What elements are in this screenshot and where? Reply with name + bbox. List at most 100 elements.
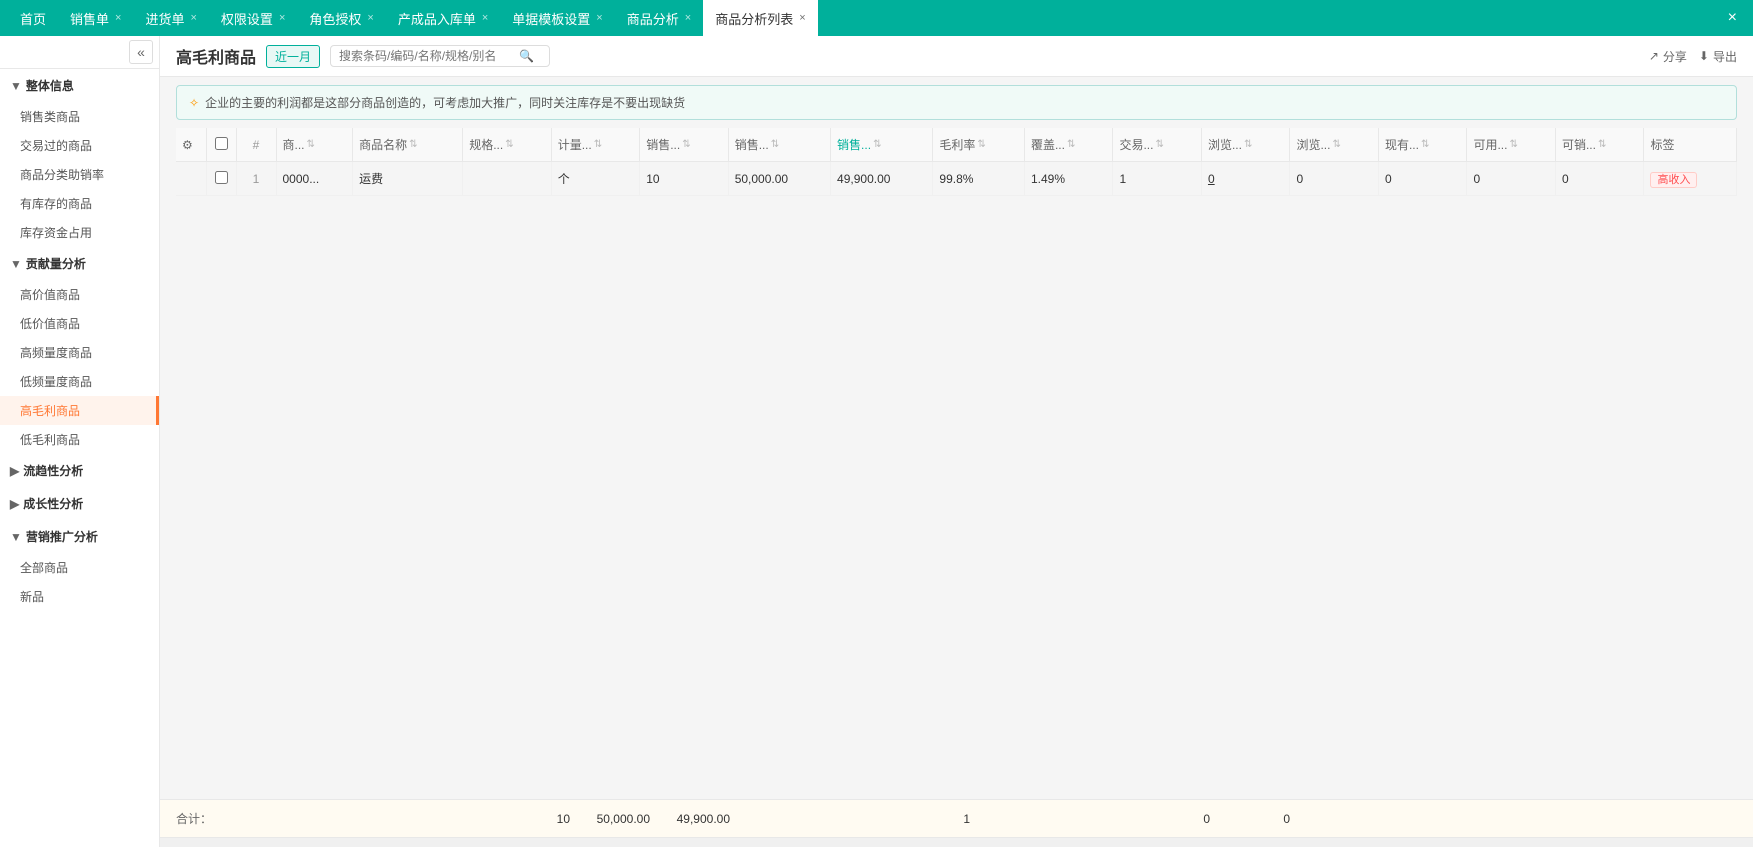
section-label-marketing: 营销推广分析 [26,528,98,545]
col-saleable[interactable]: 可销... ⇅ [1555,128,1644,162]
col-browse2[interactable]: 浏览... ⇅ [1290,128,1379,162]
col-checkbox[interactable] [206,128,236,162]
sidebar-item-new-products[interactable]: 新品 [0,582,159,611]
footer-sales-amt: 50,000.00 [576,812,656,826]
col-transaction[interactable]: 交易... ⇅ [1113,128,1202,162]
col-gross-margin[interactable]: 毛利率 ⇅ [933,128,1025,162]
close-tab-analysis-list[interactable]: × [799,12,805,24]
sidebar-item-high-margin[interactable]: 高毛利商品 [0,396,159,425]
sidebar-section-trend-analysis[interactable]: 流趋性分析 [0,454,159,487]
footer-sales-qty: 10 [496,812,576,826]
row-gross-margin: 99.8% [933,162,1025,196]
sidebar-section-growth-analysis[interactable]: 成长性分析 [0,487,159,520]
close-tab-template[interactable]: × [596,12,602,24]
main-layout: « 整体信息 销售类商品 交易过的商品 商品分类助销率 有库存的商品 库存资金占… [0,36,1753,847]
sidebar-item-sales-ranking[interactable]: 销售类商品 [0,102,159,131]
sidebar: « 整体信息 销售类商品 交易过的商品 商品分类助销率 有库存的商品 库存资金占… [0,36,160,847]
sidebar-item-high-value[interactable]: 高价值商品 [0,280,159,309]
close-tab-role[interactable]: × [367,12,373,24]
select-all-checkbox[interactable] [215,137,228,150]
tab-product-inbound[interactable]: 产成品入库单 × [386,0,500,36]
col-code[interactable]: 商... ⇅ [276,128,353,162]
col-browse1[interactable]: 浏览... ⇅ [1201,128,1290,162]
tab-product-analysis[interactable]: 商品分析 × [615,0,703,36]
footer-margin-spacer [736,812,896,826]
footer-available: 0 [1216,812,1296,826]
col-sales-qty[interactable]: 销售... ⇅ [640,128,729,162]
sidebar-item-high-freq[interactable]: 高频量度商品 [0,338,159,367]
search-input[interactable] [339,49,519,63]
col-settings[interactable]: ⚙ [176,128,206,162]
sidebar-section-overall-info[interactable]: 整体信息 [0,69,159,102]
sidebar-item-low-freq[interactable]: 低频量度商品 [0,367,159,396]
sidebar-item-traded-products[interactable]: 交易过的商品 [0,131,159,160]
section-arrow-profit [10,257,22,271]
row-unit: 个 [551,162,640,196]
sort-icon-spec: ⇅ [505,139,513,150]
col-num: # [236,128,276,162]
tab-permission-settings[interactable]: 权限设置 × [209,0,297,36]
row-select-checkbox[interactable] [215,171,228,184]
sidebar-item-capital-occupation[interactable]: 库存资金占用 [0,218,159,247]
tab-role-permission[interactable]: 角色授权 × [297,0,385,36]
row-current-stock: 0 [1378,162,1467,196]
row-name[interactable]: 运费 [353,162,463,196]
close-tab-analysis[interactable]: × [685,12,691,24]
sidebar-item-low-margin[interactable]: 低毛利商品 [0,425,159,454]
period-button[interactable]: 近一月 [266,45,320,68]
sort-icon-code: ⇅ [307,139,315,150]
col-current-stock[interactable]: 现有... ⇅ [1378,128,1467,162]
tab-sales-order[interactable]: 销售单 × [58,0,133,36]
row-transaction: 1 [1113,162,1202,196]
share-button[interactable]: ↗ 分享 [1649,48,1687,65]
footer-browse-spacer [976,812,1056,826]
sort-icon-coverage: ⇅ [1067,139,1075,150]
section-arrow-trend [10,464,19,478]
close-tab-permission[interactable]: × [279,12,285,24]
sidebar-item-all-products[interactable]: 全部商品 [0,553,159,582]
row-sales-qty: 10 [640,162,729,196]
close-tab-purchase[interactable]: × [190,12,196,24]
row-available: 0 [1467,162,1556,196]
sidebar-item-in-stock-products[interactable]: 有库存的商品 [0,189,159,218]
row-code[interactable]: 0000... [276,162,353,196]
col-available[interactable]: 可用... ⇅ [1467,128,1556,162]
close-tab-sales[interactable]: × [115,12,121,24]
close-tab-inbound[interactable]: × [482,12,488,24]
row-num: 1 [236,162,276,196]
sidebar-collapse-button[interactable]: « [129,40,153,64]
sort-icon-transaction: ⇅ [1155,139,1163,150]
col-sales-amt[interactable]: 销售... ⇅ [728,128,830,162]
col-sales-profit[interactable]: 销售... ⇅ [831,128,933,162]
sidebar-section-profit-analysis[interactable]: 贡献量分析 [0,247,159,280]
close-window-button[interactable]: × [1720,9,1745,27]
browse1-link[interactable]: 0 [1208,172,1215,186]
tab-product-analysis-list[interactable]: 商品分析列表 × [703,0,817,36]
row-browse1[interactable]: 0 [1201,162,1290,196]
sidebar-item-product-classification[interactable]: 商品分类助销率 [0,160,159,189]
col-coverage[interactable]: 覆盖... ⇅ [1024,128,1113,162]
col-spec[interactable]: 规格... ⇅ [463,128,552,162]
col-name[interactable]: 商品名称 ⇅ [353,128,463,162]
sort-icon-current-stock: ⇅ [1421,139,1429,150]
export-button[interactable]: ⬇ 导出 [1699,48,1737,65]
footer-browse2-spacer [1056,812,1136,826]
col-unit[interactable]: 计量... ⇅ [551,128,640,162]
tab-home[interactable]: 首页 [8,0,58,36]
sort-icon-sales-profit: ⇅ [873,139,881,150]
row-browse2: 0 [1290,162,1379,196]
row-checkbox[interactable] [206,162,236,196]
tab-purchase-order[interactable]: 进货单 × [133,0,208,36]
sort-icon-available: ⇅ [1509,139,1517,150]
content-area: 高毛利商品 近一月 🔍 ↗ 分享 ⬇ 导出 ✧ 企业的主要的利润都是这部分商品创… [160,36,1753,847]
sidebar-section-marketing-analysis[interactable]: 营销推广分析 [0,520,159,553]
footer-sales-profit: 49,900.00 [656,812,736,826]
col-tag[interactable]: 标签 [1644,128,1737,162]
search-icon[interactable]: 🔍 [519,49,534,63]
row-sales-amt: 50,000.00 [728,162,830,196]
sidebar-item-low-value[interactable]: 低价值商品 [0,309,159,338]
share-icon: ↗ [1649,49,1659,63]
section-arrow-marketing [10,530,22,544]
tab-template-settings[interactable]: 单据模板设置 × [500,0,614,36]
horizontal-scrollbar[interactable] [160,837,1753,847]
